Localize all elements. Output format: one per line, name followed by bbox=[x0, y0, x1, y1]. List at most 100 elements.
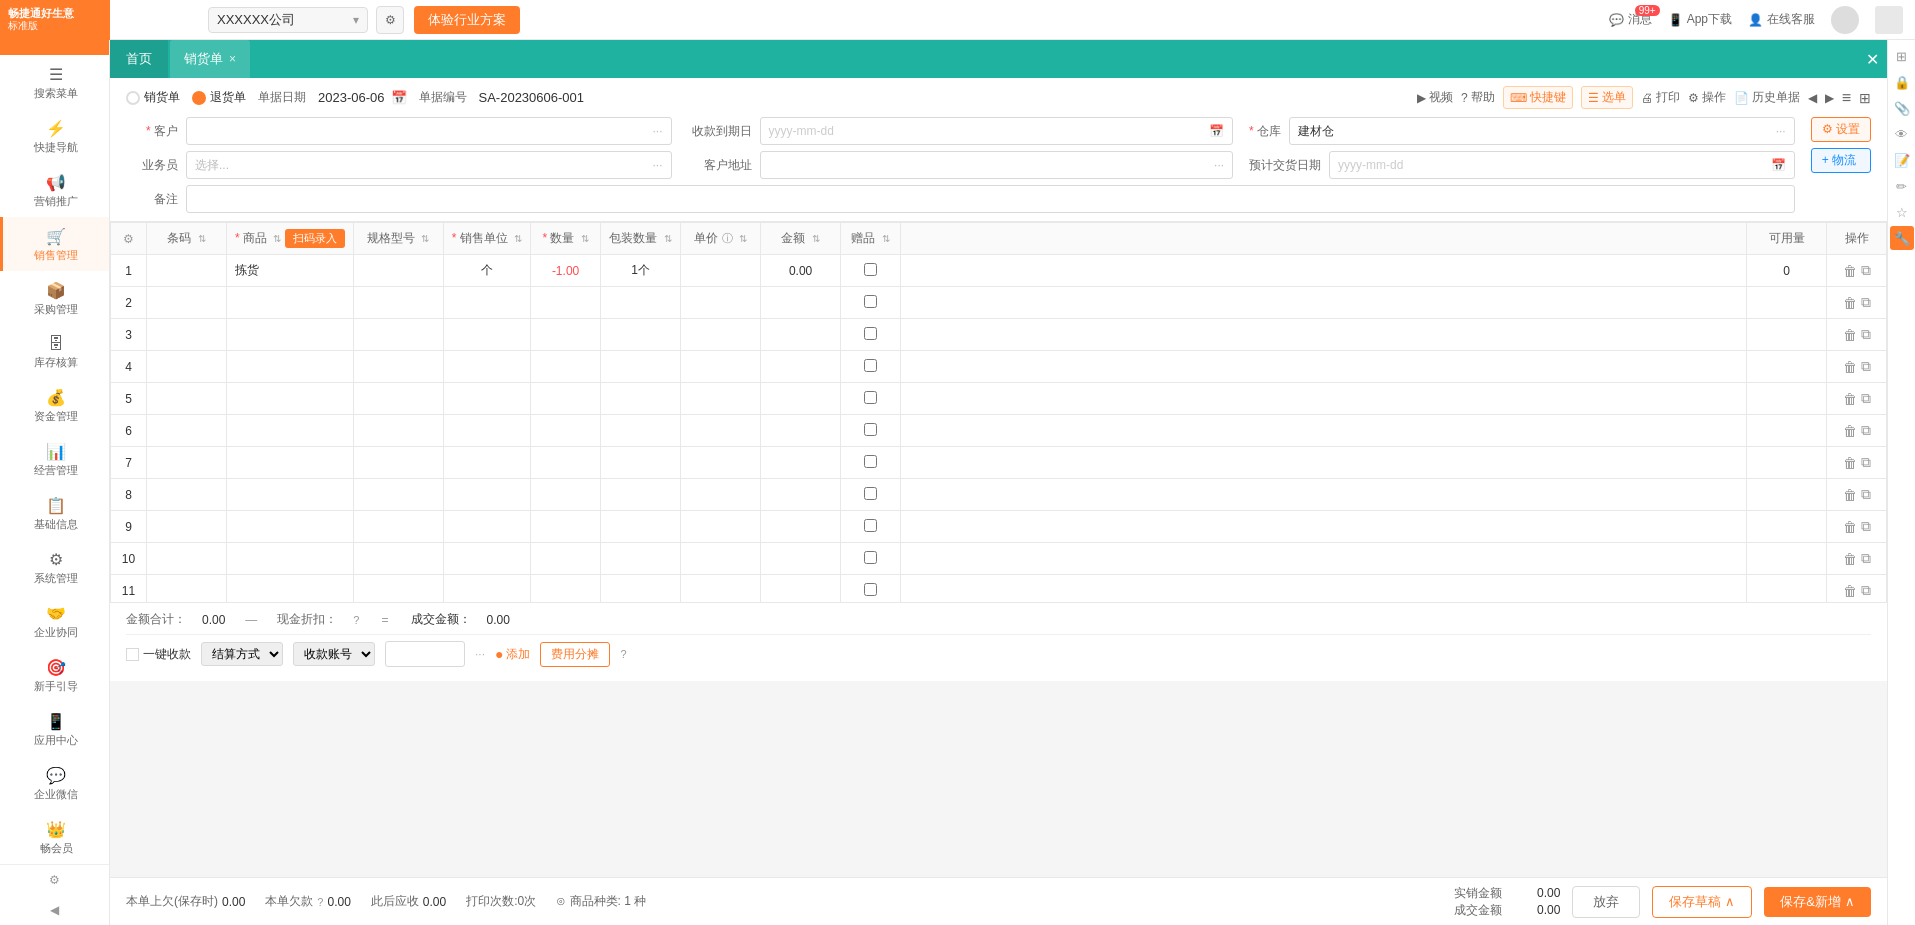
one-click-payment-checkbox[interactable]: 一键收款 bbox=[126, 646, 191, 663]
row-barcode[interactable] bbox=[147, 255, 227, 287]
calendar-icon[interactable]: 📅 bbox=[391, 90, 407, 105]
table-settings-icon[interactable]: ⚙ bbox=[123, 232, 134, 246]
salesperson-input[interactable]: 选择... ··· bbox=[186, 151, 672, 179]
settings-btn[interactable]: ⚙ 设置 bbox=[1811, 117, 1871, 142]
sort-barcode-icon[interactable]: ⇅ bbox=[198, 233, 206, 244]
save-new-btn[interactable]: 保存&新增 ∧ bbox=[1764, 887, 1871, 917]
gift-checkbox[interactable] bbox=[864, 455, 877, 468]
delete-row-btn[interactable]: 🗑 bbox=[1843, 486, 1857, 503]
copy-row-btn[interactable]: ⧉ bbox=[1861, 326, 1871, 343]
sort-spec-icon[interactable]: ⇅ bbox=[421, 233, 429, 244]
row-qty[interactable]: -1.00 bbox=[531, 255, 601, 287]
customer-addr-input[interactable]: ··· bbox=[760, 151, 1234, 179]
sidebar-collapse-btn[interactable]: ◀ bbox=[0, 895, 109, 925]
radio-sales[interactable]: 销货单 bbox=[126, 89, 180, 106]
grid-view-btn[interactable]: ⊞ bbox=[1859, 90, 1871, 106]
nav-next-btn[interactable]: ▶ bbox=[1825, 91, 1834, 105]
delete-row-btn[interactable]: 🗑 bbox=[1843, 422, 1857, 439]
sidebar-item-marketing[interactable]: 📢 营销推广 bbox=[0, 163, 109, 217]
delete-row-btn[interactable]: 🗑 bbox=[1843, 454, 1857, 471]
sidebar-item-search[interactable]: ☰ 搜索菜单 bbox=[0, 55, 109, 109]
operation-btn[interactable]: ⚙ 操作 bbox=[1688, 89, 1726, 106]
rp-doc-icon[interactable]: 📝 bbox=[1890, 148, 1914, 172]
history-btn[interactable]: 📄 历史单据 bbox=[1734, 89, 1800, 106]
warehouse-input[interactable]: 建材仓 ··· bbox=[1289, 117, 1795, 145]
copy-row-btn[interactable]: ⧉ bbox=[1861, 454, 1871, 471]
rp-lock-icon[interactable]: 🔒 bbox=[1890, 70, 1914, 94]
row-gift[interactable] bbox=[841, 255, 901, 287]
sidebar-item-basic[interactable]: 📋 基础信息 bbox=[0, 486, 109, 540]
delete-row-btn[interactable]: 🗑 bbox=[1843, 262, 1857, 279]
trial-btn[interactable]: 体验行业方案 bbox=[414, 6, 520, 34]
sort-qty-icon[interactable]: ⇅ bbox=[581, 233, 589, 244]
sidebar-item-wechat[interactable]: 💬 企业微信 bbox=[0, 756, 109, 810]
account-select[interactable]: 收款账号 bbox=[293, 642, 375, 666]
logistics-btn[interactable]: + 物流 bbox=[1811, 148, 1871, 173]
sidebar-item-guide[interactable]: 🎯 新手引导 bbox=[0, 648, 109, 702]
row-spec[interactable] bbox=[353, 255, 443, 287]
video-help-btn[interactable]: ▶ 视频 bbox=[1417, 89, 1453, 106]
radio-return[interactable]: 退货单 bbox=[192, 89, 246, 106]
delete-row-btn[interactable]: 🗑 bbox=[1843, 326, 1857, 343]
gift-checkbox[interactable] bbox=[864, 487, 877, 500]
sidebar-settings-btn[interactable]: ⚙ bbox=[0, 865, 109, 895]
sort-amount-icon[interactable]: ⇅ bbox=[812, 233, 820, 244]
settings-icon[interactable]: ⚙ bbox=[376, 6, 404, 34]
sidebar-item-sales[interactable]: 🛒 销售管理 bbox=[0, 217, 109, 271]
gift-checkbox[interactable] bbox=[864, 359, 877, 372]
avatar[interactable] bbox=[1831, 6, 1859, 34]
gift-checkbox[interactable] bbox=[864, 551, 877, 564]
add-payment-btn[interactable]: ● 添加 bbox=[495, 646, 530, 663]
tab-bar-close-btn[interactable]: ✕ bbox=[1866, 50, 1879, 69]
sidebar-item-collab[interactable]: 🤝 企业协同 bbox=[0, 594, 109, 648]
gift-checkbox[interactable] bbox=[864, 583, 877, 596]
tab-sales-order[interactable]: 销货单 × bbox=[170, 40, 250, 78]
tab-home[interactable]: 首页 bbox=[110, 40, 168, 78]
sidebar-item-finance[interactable]: 💰 资金管理 bbox=[0, 378, 109, 432]
doc-short-help-icon[interactable]: ? bbox=[317, 896, 323, 908]
delete-row-btn[interactable]: 🗑 bbox=[1843, 550, 1857, 567]
sidebar-item-management[interactable]: 📊 经营管理 bbox=[0, 432, 109, 486]
sidebar-item-purchase[interactable]: 📦 采购管理 bbox=[0, 271, 109, 325]
gift-checkbox[interactable] bbox=[864, 423, 877, 436]
gift-checkbox[interactable] bbox=[864, 263, 877, 276]
delete-row-btn[interactable]: 🗑 bbox=[1843, 294, 1857, 311]
scan-btn[interactable]: 扫码录入 bbox=[285, 229, 345, 248]
notes-input[interactable] bbox=[186, 185, 1795, 213]
row-price[interactable] bbox=[681, 255, 761, 287]
abandon-btn[interactable]: 放弃 bbox=[1572, 886, 1640, 918]
rp-eye-icon[interactable]: 👁 bbox=[1890, 122, 1914, 146]
copy-row-btn[interactable]: ⧉ bbox=[1861, 550, 1871, 567]
discount-help-icon[interactable]: ? bbox=[353, 614, 359, 626]
customer-input[interactable]: ··· bbox=[186, 117, 672, 145]
copy-row-btn[interactable]: ⧉ bbox=[1861, 486, 1871, 503]
rp-edit-icon[interactable]: ✏ bbox=[1890, 174, 1914, 198]
user-menu-icon[interactable] bbox=[1875, 6, 1903, 34]
sort-product-icon[interactable]: ⇅ bbox=[273, 233, 281, 244]
sort-gift-icon[interactable]: ⇅ bbox=[882, 233, 890, 244]
app-download-btn[interactable]: 📱 App下载 bbox=[1668, 11, 1732, 28]
rp-grid-icon[interactable]: ⊞ bbox=[1890, 44, 1914, 68]
delete-row-btn[interactable]: 🗑 bbox=[1843, 582, 1857, 599]
copy-row-btn[interactable]: ⧉ bbox=[1861, 358, 1871, 375]
sidebar-item-appstore[interactable]: 📱 应用中心 bbox=[0, 702, 109, 756]
copy-row-btn[interactable]: ⧉ bbox=[1861, 294, 1871, 311]
help-btn[interactable]: ? 帮助 bbox=[1461, 89, 1495, 106]
expected-date-input[interactable]: yyyy-mm-dd 📅 bbox=[1329, 151, 1795, 179]
print-btn[interactable]: 🖨 打印 bbox=[1641, 89, 1680, 106]
row-pkg[interactable]: 1个 bbox=[601, 255, 681, 287]
amount-input[interactable] bbox=[385, 641, 465, 667]
rp-attach-icon[interactable]: 📎 bbox=[1890, 96, 1914, 120]
due-date-input[interactable]: yyyy-mm-dd 📅 bbox=[760, 117, 1234, 145]
sidebar-item-system[interactable]: ⚙ 系统管理 bbox=[0, 540, 109, 594]
copy-row-btn[interactable]: ⧉ bbox=[1861, 262, 1871, 279]
company-selector[interactable]: XXXXXX公司 ▾ bbox=[208, 7, 368, 33]
list-view-btn[interactable]: ≡ bbox=[1842, 89, 1851, 107]
sidebar-item-shortcut[interactable]: ⚡ 快捷导航 bbox=[0, 109, 109, 163]
copy-row-btn[interactable]: ⧉ bbox=[1861, 390, 1871, 407]
row-product[interactable]: 拣货 bbox=[227, 255, 354, 287]
delete-row-btn[interactable]: 🗑 bbox=[1843, 390, 1857, 407]
gift-checkbox[interactable] bbox=[864, 391, 877, 404]
delete-row-btn[interactable]: 🗑 bbox=[1843, 518, 1857, 535]
row-unit[interactable]: 个 bbox=[443, 255, 530, 287]
